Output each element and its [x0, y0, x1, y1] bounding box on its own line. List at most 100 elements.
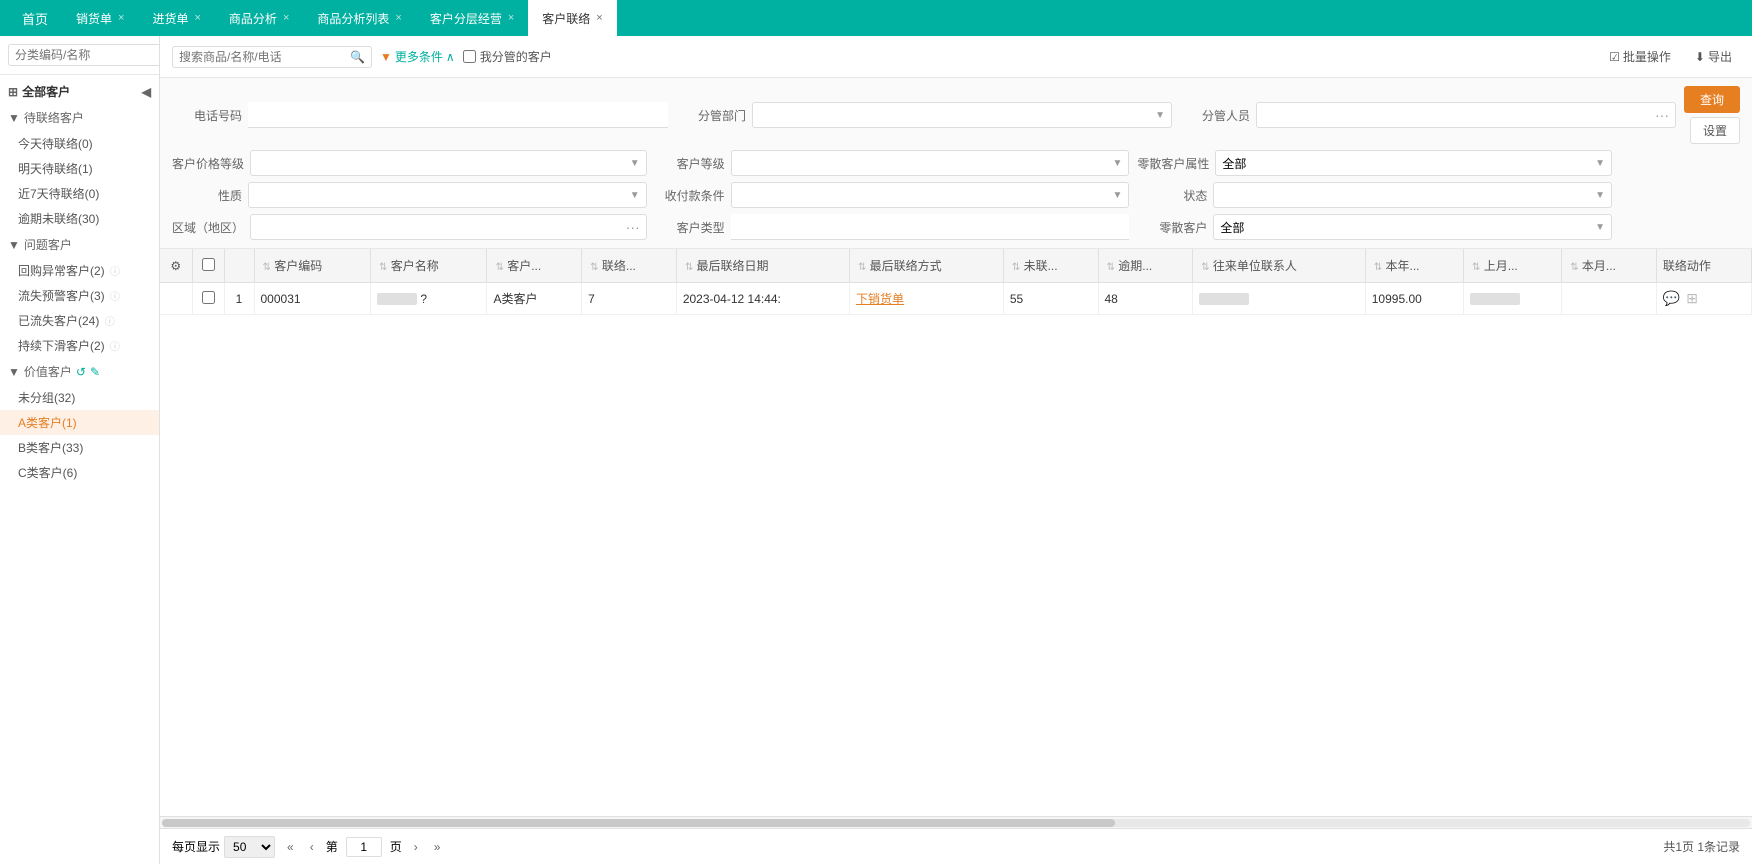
sidebar-item-today[interactable]: 今天待联络(0)	[0, 131, 159, 156]
customer-level-dropdown-icon: ▼	[1112, 158, 1122, 169]
gear-icon[interactable]: ⚙	[170, 259, 181, 273]
customer-level-select[interactable]: ▼	[731, 150, 1130, 176]
close-product-list-icon[interactable]: ×	[395, 12, 401, 24]
customer-type-input[interactable]	[731, 214, 1130, 240]
close-all-tabs-icon[interactable]: ×	[1735, 423, 1744, 441]
per-page-label: 每页显示	[172, 838, 220, 855]
filter-row-2: 客户价格等级 ▼ 客户等级 ▼ 零散客户属性 全部	[172, 150, 1740, 176]
first-page-btn[interactable]: «	[283, 838, 298, 856]
nav-product-list[interactable]: 商品分析列表 ×	[303, 0, 415, 36]
filter-price-level: 客户价格等级 ▼	[172, 150, 647, 176]
setting-button[interactable]: 设置	[1690, 117, 1740, 144]
export-btn[interactable]: ⬇ 导出	[1687, 44, 1740, 69]
my-customers-filter[interactable]: 我分管的客户	[463, 48, 552, 65]
col-contact-person-sort-icon: ⇅	[1201, 262, 1209, 273]
scrollbar-thumb[interactable]	[162, 819, 1115, 827]
sidebar-item-declining[interactable]: 持续下滑客户(2) ⓘ	[0, 333, 159, 358]
close-purchase-icon[interactable]: ×	[194, 12, 200, 24]
filter-search-icon[interactable]: 🔍	[350, 50, 365, 64]
next-page-btn[interactable]: ›	[410, 838, 422, 856]
price-level-select[interactable]: ▼	[250, 150, 647, 176]
payment-label: 收付款条件	[655, 187, 725, 204]
batch-operation-btn[interactable]: ☑ 批量操作	[1601, 44, 1679, 69]
retail-customer-select[interactable]: 全部 ▼	[1213, 214, 1612, 240]
nature-dropdown-icon: ▼	[630, 190, 640, 201]
page-input[interactable]	[346, 837, 382, 857]
manager-select[interactable]: ···	[1256, 102, 1676, 128]
nav-customer-contact[interactable]: 客户联络 ×	[528, 0, 616, 36]
customer-table: ⚙ ⇅ 客户编码 ⇅ 客户名称	[160, 249, 1752, 315]
sidebar-item-churn-warning[interactable]: 流失预警客户(3) ⓘ	[0, 283, 159, 308]
last-method-link[interactable]: 下销货单	[856, 292, 904, 306]
filter-row-4: 区域（地区） ··· 客户类型 零散客户 全部 ▼	[172, 214, 1740, 240]
row-lastdate: 2023-04-12 14:44:	[676, 283, 849, 315]
sidebar-item-ungroup[interactable]: 未分组(32)	[0, 385, 159, 410]
sidebar-item-class-b[interactable]: B类客户(33)	[0, 435, 159, 460]
filter-bar: 🔍 ▼ 更多条件 ∧ 我分管的客户 ☑ 批量操作 ⬇ 导出	[160, 36, 1752, 78]
arrow-icon-2: ▼	[8, 238, 20, 252]
contact-person-masked	[1199, 293, 1249, 305]
nav-sales[interactable]: 销货单 ×	[62, 0, 138, 36]
nav-purchase[interactable]: 进货单 ×	[138, 0, 214, 36]
top-navigation: 首页 销货单 × 进货单 × 商品分析 × 商品分析列表 × 客户分层经营 × …	[0, 0, 1752, 36]
col-num-header	[224, 249, 254, 283]
main-layout: 🔍 ⊞ 全部客户 ◀ ▼ 待联络客户 今天待联络(0) 明天待联络(1) 近7天…	[0, 36, 1752, 864]
nature-label: 性质	[172, 187, 242, 204]
col-action-header: 联络动作	[1656, 249, 1751, 283]
select-all-checkbox[interactable]	[202, 258, 215, 271]
nav-home[interactable]: 首页	[8, 0, 62, 36]
sidebar-item-class-a[interactable]: A类客户(1)	[0, 410, 159, 435]
sidebar-item-7days[interactable]: 近7天待联络(0)	[0, 181, 159, 206]
col-contact-sort-icon: ⇅	[590, 262, 598, 273]
col-thisyear-header: ⇅ 本年...	[1365, 249, 1463, 283]
refresh-icon[interactable]: ↺	[76, 365, 86, 379]
row-contact-person	[1193, 283, 1366, 315]
filter-search-input[interactable]	[179, 50, 350, 64]
sidebar-item-tomorrow[interactable]: 明天待联络(1)	[0, 156, 159, 181]
close-customer-segment-icon[interactable]: ×	[508, 12, 514, 24]
prev-page-btn[interactable]: ‹	[306, 838, 318, 856]
horizontal-scrollbar[interactable]	[160, 816, 1752, 828]
close-product-analysis-icon[interactable]: ×	[283, 12, 289, 24]
sidebar-item-churned[interactable]: 已流失客户(24) ⓘ	[0, 308, 159, 333]
nav-customer-segment[interactable]: 客户分层经营 ×	[416, 0, 528, 36]
section-pending-contact[interactable]: ▼ 待联络客户	[0, 104, 159, 131]
col-sort-icon: ⇅	[263, 262, 271, 273]
row-checkbox[interactable]	[202, 291, 215, 304]
close-customer-contact-icon[interactable]: ×	[596, 12, 602, 24]
sidebar-item-class-c[interactable]: C类客户(6)	[0, 460, 159, 485]
edit-icon[interactable]: ✎	[90, 365, 100, 379]
section-problem-customer[interactable]: ▼ 问题客户	[0, 231, 159, 258]
action-comment-icon[interactable]: 💬	[1663, 290, 1680, 307]
query-button[interactable]: 查询	[1684, 86, 1740, 113]
customer-type-label: 客户类型	[655, 219, 725, 236]
filter-more-btn[interactable]: ▼ 更多条件 ∧	[380, 48, 455, 65]
filter-customer-type: 客户类型	[655, 214, 1130, 240]
sidebar-item-repurchase-abnormal[interactable]: 回购异常客户(2) ⓘ	[0, 258, 159, 283]
payment-select[interactable]: ▼	[731, 182, 1130, 208]
region-select[interactable]: ···	[250, 214, 647, 240]
phone-input[interactable]	[248, 102, 668, 128]
retail-attr-select[interactable]: 全部 ▼	[1215, 150, 1612, 176]
collapse-sidebar-icon[interactable]: ◀	[142, 85, 151, 99]
sidebar-all-customer-header[interactable]: ⊞ 全部客户 ◀	[0, 75, 159, 104]
sidebar-item-overdue[interactable]: 逾期未联络(30)	[0, 206, 159, 231]
batch-icon: ☑	[1609, 50, 1620, 64]
dept-select[interactable]: ▼	[752, 102, 1172, 128]
status-select[interactable]: ▼	[1213, 182, 1612, 208]
nature-select[interactable]: ▼	[248, 182, 647, 208]
col-lastmethod-header: ⇅ 最后联络方式	[849, 249, 1003, 283]
nav-product-analysis[interactable]: 商品分析 ×	[215, 0, 303, 36]
action-qr-icon[interactable]: ⊞	[1686, 290, 1698, 307]
col-lastdate-header: ⇅ 最后联络日期	[676, 249, 849, 283]
close-sales-icon[interactable]: ×	[118, 12, 124, 24]
section-value-customer[interactable]: ▼ 价值客户 ↺ ✎	[0, 358, 159, 385]
per-page-select[interactable]: 50 100 200	[224, 836, 275, 858]
my-customers-checkbox[interactable]	[463, 50, 476, 63]
filter-payment: 收付款条件 ▼	[655, 182, 1130, 208]
col-lastmonth-sort-icon: ⇅	[1472, 262, 1480, 273]
filter-row-3: 性质 ▼ 收付款条件 ▼ 状态	[172, 182, 1740, 208]
sidebar-search-input[interactable]	[8, 44, 160, 66]
col-thismonth-sort-icon: ⇅	[1570, 262, 1578, 273]
last-page-btn[interactable]: »	[430, 838, 445, 856]
